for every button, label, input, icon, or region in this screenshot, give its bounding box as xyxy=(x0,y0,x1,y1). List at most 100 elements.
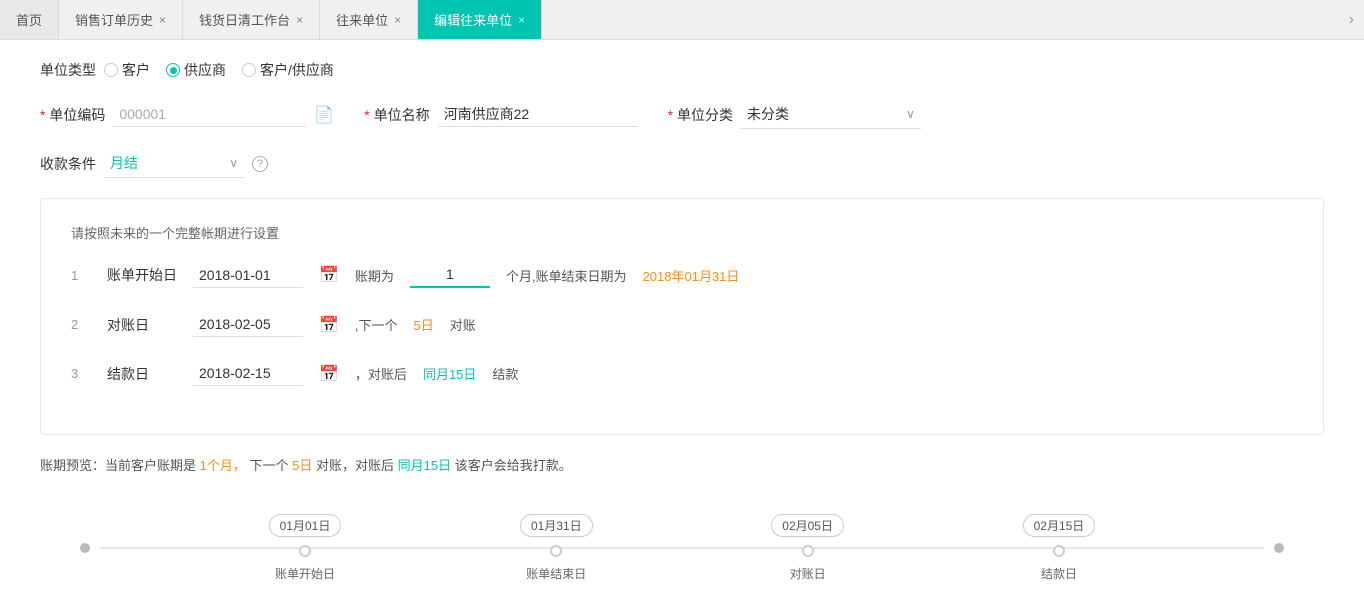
timeline-dot-3 xyxy=(802,545,814,557)
tab-home-label: 首页 xyxy=(16,10,42,29)
unit-type-radio-group: 客户 供应商 客户/供应商 xyxy=(104,60,334,80)
timeline-start-cap xyxy=(80,543,90,553)
unit-name-label: 单位名称 xyxy=(364,105,429,125)
row-2-calendar-icon[interactable]: 📅 xyxy=(319,315,339,335)
tab-cashflow[interactable]: 钱货日清工作台 × xyxy=(183,0,320,39)
tab-cashflow-label: 钱货日清工作台 xyxy=(199,10,290,29)
row-1-date-input[interactable] xyxy=(193,263,303,288)
setting-row-3: 3 结款日 📅 ，对账后 同月15日 结款 xyxy=(71,361,1293,386)
timeline-badge-1: 01月01日 xyxy=(269,514,342,537)
unit-code-input[interactable] xyxy=(113,102,306,127)
timeline-label-1: 账单开始日 xyxy=(275,565,335,582)
tab-partners[interactable]: 往来单位 × xyxy=(320,0,418,39)
preview-highlight3: 同月15日 xyxy=(398,458,451,473)
radio-both[interactable]: 客户/供应商 xyxy=(242,60,334,80)
radio-supplier[interactable]: 供应商 xyxy=(166,60,226,80)
row-1-num: 1 xyxy=(71,268,91,283)
unit-code-label: 单位编码 xyxy=(40,105,105,125)
timeline: 01月01日 账单开始日 01月31日 账单结束日 02月05日 对账日 02月… xyxy=(40,504,1324,592)
setting-row-2: 2 对账日 📅 ,下一个 5日 对账 xyxy=(71,312,1293,337)
unit-code-field: 单位编码 📄 xyxy=(40,102,334,127)
payment-terms-value: 月结 xyxy=(110,153,223,173)
row-1-end-date: 2018年01月31日 xyxy=(643,266,740,285)
payment-terms-dropdown[interactable]: 月结 ∨ xyxy=(104,149,244,178)
timeline-dots: 01月01日 账单开始日 01月31日 账单结束日 02月05日 对账日 02月… xyxy=(80,514,1284,582)
unit-category-field: 单位分类 未分类 ∨ xyxy=(668,100,921,129)
row-3-desc-prefix: ，对账后 xyxy=(355,364,407,383)
row-3-desc-highlight: 同月15日 xyxy=(423,364,476,383)
preview-prefix: 账期预览：当前客户账期是 xyxy=(40,458,196,473)
timeline-dot-1 xyxy=(299,545,311,557)
payment-terms-field: 收款条件 月结 ∨ ? xyxy=(40,149,268,178)
preview-highlight1: 1个月， xyxy=(200,458,246,473)
radio-both-circle xyxy=(242,63,256,77)
unit-type-row: 单位类型 客户 供应商 客户/供应商 xyxy=(40,60,1324,80)
tab-edit-partner[interactable]: 编辑往来单位 × xyxy=(418,0,542,39)
row-3-desc-suffix: 结款 xyxy=(492,364,518,383)
unit-category-arrow-icon: ∨ xyxy=(906,107,915,121)
row-2-desc-suffix: 对账 xyxy=(450,315,476,334)
timeline-end-cap xyxy=(1274,543,1284,553)
timeline-dot-2 xyxy=(550,545,562,557)
main-content: 单位类型 客户 供应商 客户/供应商 单位编码 📄 xyxy=(0,40,1364,612)
tab-edit-partner-label: 编辑往来单位 xyxy=(434,10,512,29)
panel-hint: 请按照未来的一个完整帐期进行设置 xyxy=(71,223,1293,242)
row-2-date-input[interactable] xyxy=(193,312,303,337)
row-1-calendar-icon[interactable]: 📅 xyxy=(319,265,339,285)
unit-category-label: 单位分类 xyxy=(668,105,733,125)
unit-info-row: 单位编码 📄 单位名称 单位分类 未分类 ∨ xyxy=(40,100,1324,129)
unit-type-label: 单位类型 xyxy=(40,60,96,80)
timeline-dot-4 xyxy=(1053,545,1065,557)
timeline-badge-3: 02月05日 xyxy=(771,514,844,537)
tab-sales-history-label: 销售订单历史 xyxy=(75,10,153,29)
timeline-badge-2: 01月31日 xyxy=(520,514,593,537)
radio-supplier-label: 供应商 xyxy=(184,60,226,80)
row-1-months-unit: 个月,账单结束日期为 xyxy=(506,266,627,285)
radio-supplier-circle xyxy=(166,63,180,77)
tab-sales-history-close[interactable]: × xyxy=(159,13,166,27)
payment-terms-arrow-icon: ∨ xyxy=(229,156,238,170)
tab-cashflow-close[interactable]: × xyxy=(296,13,303,27)
row-3-label: 结款日 xyxy=(107,364,177,384)
radio-customer-label: 客户 xyxy=(122,60,150,80)
unit-type-field: 单位类型 客户 供应商 客户/供应商 xyxy=(40,60,334,80)
unit-name-input[interactable] xyxy=(438,102,638,127)
radio-customer[interactable]: 客户 xyxy=(104,60,150,80)
timeline-node-3: 02月05日 对账日 xyxy=(771,514,844,582)
tab-home[interactable]: 首页 xyxy=(0,0,59,39)
radio-both-label: 客户/供应商 xyxy=(260,60,334,80)
payment-terms-help-icon[interactable]: ? xyxy=(252,156,268,172)
preview-section: 账期预览：当前客户账期是 1个月， 下一个 5日 对账，对账后 同月15日 该客… xyxy=(40,455,1324,474)
unit-category-dropdown[interactable]: 未分类 ∨ xyxy=(741,100,921,129)
payment-terms-row: 收款条件 月结 ∨ ? xyxy=(40,149,1324,178)
row-3-date-input[interactable] xyxy=(193,361,303,386)
timeline-node-1: 01月01日 账单开始日 xyxy=(269,514,342,582)
row-3-calendar-icon[interactable]: 📅 xyxy=(319,364,339,384)
unit-name-field: 单位名称 xyxy=(364,102,637,127)
preview-middle1: 下一个 xyxy=(250,458,289,473)
timeline-label-4: 结款日 xyxy=(1041,565,1077,582)
radio-customer-circle xyxy=(104,63,118,77)
timeline-node-2: 01月31日 账单结束日 xyxy=(520,514,593,582)
timeline-node-4: 02月15日 结款日 xyxy=(1023,514,1096,582)
unit-category-value: 未分类 xyxy=(747,104,900,124)
tab-partners-close[interactable]: × xyxy=(394,13,401,27)
timeline-badge-4: 02月15日 xyxy=(1023,514,1096,537)
row-1-months-input[interactable] xyxy=(410,262,490,288)
row-2-desc-highlight: 5日 xyxy=(414,315,434,334)
tab-edit-partner-close[interactable]: × xyxy=(518,13,525,27)
row-2-label: 对账日 xyxy=(107,315,177,335)
tab-sales-history[interactable]: 销售订单历史 × xyxy=(59,0,183,39)
preview-suffix: 该客户会给我打款。 xyxy=(455,458,572,473)
row-2-num: 2 xyxy=(71,317,91,332)
payment-terms-label: 收款条件 xyxy=(40,154,96,174)
row-1-label: 账单开始日 xyxy=(107,265,177,285)
tab-partners-label: 往来单位 xyxy=(336,10,388,29)
row-2-desc-prefix: ,下一个 xyxy=(355,315,398,334)
tab-bar: 首页 销售订单历史 × 钱货日清工作台 × 往来单位 × 编辑往来单位 × › xyxy=(0,0,1364,40)
tab-more-arrow[interactable]: › xyxy=(1339,0,1364,39)
unit-code-icon[interactable]: 📄 xyxy=(314,105,334,125)
preview-middle2: 对账，对账后 xyxy=(316,458,394,473)
row-1-suffix: 账期为 xyxy=(355,266,394,285)
preview-highlight2: 5日 xyxy=(292,458,312,473)
